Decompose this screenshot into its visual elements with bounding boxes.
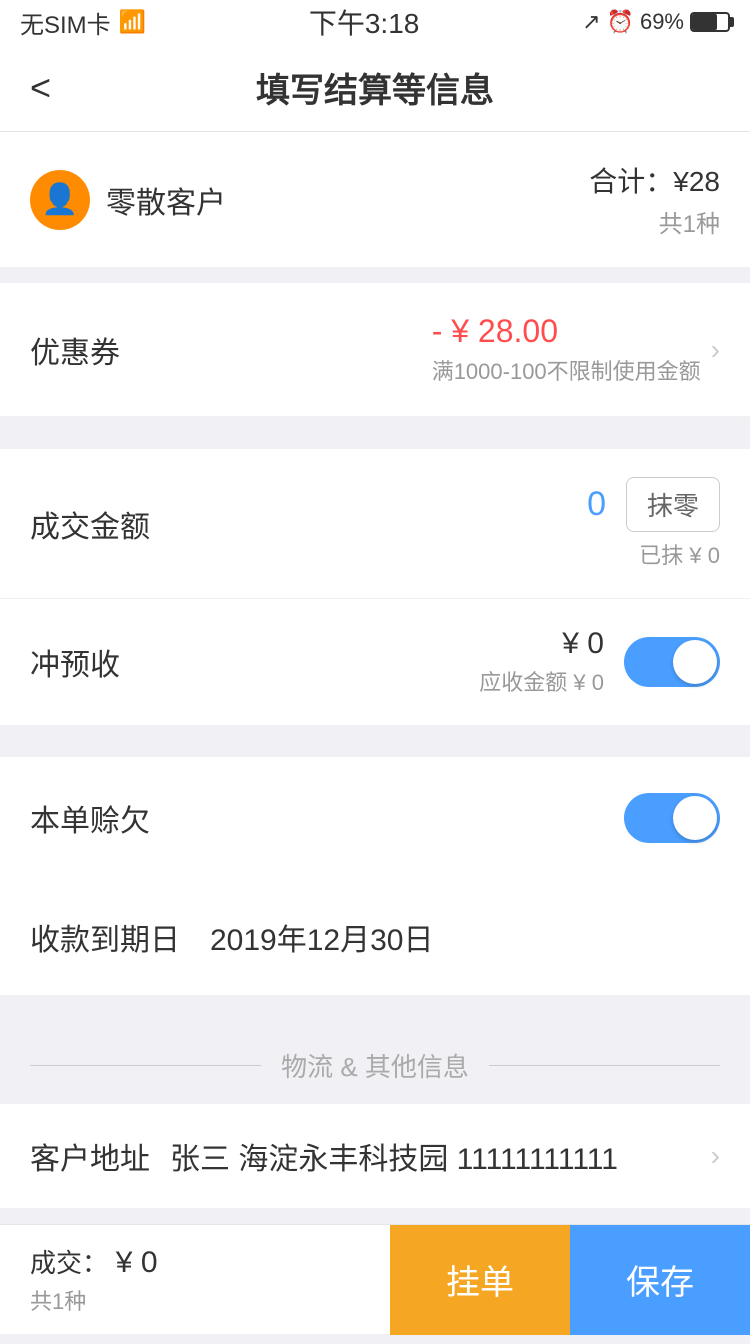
logistics-label: 物流 & 其他信息 bbox=[281, 1047, 469, 1084]
coupon-desc: 满1000-100不限制使用金额 bbox=[432, 354, 701, 386]
hold-button[interactable]: 挂单 bbox=[390, 1225, 570, 1335]
battery-percent: 69% bbox=[640, 9, 684, 35]
customer-name: 零散客户 bbox=[106, 178, 226, 222]
section-divider-2 bbox=[0, 741, 750, 757]
prepayment-toggle[interactable] bbox=[624, 637, 720, 687]
address-label: 客户地址 bbox=[30, 1134, 150, 1178]
content: 👤 零散客户 合计：¥28 共1种 优惠券 - ¥ 28.00 满1000-10… bbox=[0, 132, 750, 1344]
deal-amount-sub: 已抹 ¥ 0 bbox=[587, 538, 720, 570]
status-bar: 无SIM卡 📶 下午3:18 ↗ ⏰ 69% bbox=[0, 0, 750, 44]
prepayment-amount: ¥ 0 bbox=[479, 627, 604, 661]
avatar-icon: 👤 bbox=[41, 182, 78, 217]
total-label: 合计： bbox=[589, 166, 673, 197]
customer-row: 👤 零散客户 合计：¥28 共1种 bbox=[0, 132, 750, 267]
status-time: 下午3:18 bbox=[309, 2, 420, 42]
customer-count: 共1种 bbox=[589, 204, 720, 239]
status-left: 无SIM卡 📶 bbox=[20, 5, 146, 40]
address-chevron-icon: › bbox=[711, 1140, 720, 1172]
coupon-section: 优惠券 - ¥ 28.00 满1000-100不限制使用金额 › bbox=[0, 283, 750, 417]
carrier-text: 无SIM卡 bbox=[20, 5, 111, 40]
credit-label: 本单赊欠 bbox=[30, 796, 150, 840]
prepayment-label: 冲预收 bbox=[30, 640, 120, 684]
section-divider-3 bbox=[0, 1011, 750, 1027]
prepayment-sub: 应收金额 ¥ 0 bbox=[479, 665, 604, 697]
round-zero-button[interactable]: 抹零 bbox=[626, 477, 720, 532]
deal-amount-row: 成交金额 0 抹零 已抹 ¥ 0 bbox=[0, 449, 750, 599]
bottom-deal-row: 成交： ¥ 0 bbox=[30, 1243, 360, 1280]
due-date-label: 收款到期日 bbox=[30, 915, 180, 959]
deal-amount-section: 成交金额 0 抹零 已抹 ¥ 0 冲预收 ¥ 0 应收金额 ¥ 0 bbox=[0, 449, 750, 725]
battery-fill bbox=[692, 14, 717, 30]
page-title: 填写结算等信息 bbox=[256, 63, 494, 112]
bottom-count: 共1种 bbox=[30, 1284, 360, 1316]
credit-row: 本单赊欠 bbox=[0, 757, 750, 879]
deal-amount-value[interactable]: 0 bbox=[587, 485, 606, 524]
prepayment-info: ¥ 0 应收金额 ¥ 0 bbox=[479, 627, 604, 697]
battery-icon bbox=[690, 12, 730, 32]
chevron-right-icon: › bbox=[711, 334, 720, 366]
credit-toggle[interactable] bbox=[624, 793, 720, 843]
alarm-icon: ⏰ bbox=[607, 9, 634, 35]
deal-amount-right: 0 抹零 已抹 ¥ 0 bbox=[587, 477, 720, 570]
status-right: ↗ ⏰ 69% bbox=[582, 9, 730, 35]
logistics-header: 物流 & 其他信息 bbox=[0, 1027, 750, 1104]
due-date-value: 2019年12月30日 bbox=[210, 915, 433, 959]
save-button[interactable]: 保存 bbox=[570, 1225, 750, 1335]
wifi-icon: 📶 bbox=[119, 9, 146, 35]
coupon-label: 优惠券 bbox=[30, 328, 120, 372]
credit-section: 本单赊欠 收款到期日 2019年12月30日 bbox=[0, 757, 750, 995]
section-divider-1 bbox=[0, 433, 750, 449]
coupon-right: - ¥ 28.00 满1000-100不限制使用金额 › bbox=[432, 313, 720, 386]
customer-avatar: 👤 bbox=[30, 170, 90, 230]
logistics-line-right bbox=[489, 1065, 720, 1066]
location-icon: ↗ bbox=[582, 9, 600, 35]
address-section: 客户地址 张三 海淀永丰科技园 11111111111 › bbox=[0, 1104, 750, 1208]
bottom-info: 成交： ¥ 0 共1种 bbox=[0, 1243, 390, 1316]
bottom-bar: 成交： ¥ 0 共1种 挂单 保存 bbox=[0, 1224, 750, 1334]
prepayment-right: ¥ 0 应收金额 ¥ 0 bbox=[479, 627, 720, 697]
total-value: ¥28 bbox=[673, 166, 720, 197]
logistics-line-left bbox=[30, 1065, 261, 1066]
coupon-row[interactable]: 优惠券 - ¥ 28.00 满1000-100不限制使用金额 › bbox=[0, 283, 750, 417]
back-button[interactable]: < bbox=[30, 67, 51, 109]
customer-left: 👤 零散客户 bbox=[30, 170, 226, 230]
coupon-discount: - ¥ 28.00 bbox=[432, 313, 701, 350]
customer-total: 合计：¥28 bbox=[589, 160, 720, 200]
bottom-deal-label: 成交： bbox=[30, 1248, 108, 1278]
nav-bar: < 填写结算等信息 bbox=[0, 44, 750, 132]
customer-right: 合计：¥28 共1种 bbox=[589, 160, 720, 239]
due-date-row: 收款到期日 2019年12月30日 bbox=[0, 879, 750, 995]
coupon-info: - ¥ 28.00 满1000-100不限制使用金额 bbox=[432, 313, 701, 386]
deal-amount-label: 成交金额 bbox=[30, 502, 150, 546]
prepayment-row: 冲预收 ¥ 0 应收金额 ¥ 0 bbox=[0, 599, 750, 725]
address-row[interactable]: 客户地址 张三 海淀永丰科技园 11111111111 › bbox=[0, 1104, 750, 1208]
bottom-deal-amount: ¥ 0 bbox=[116, 1246, 158, 1279]
deal-amount-controls: 0 抹零 bbox=[587, 477, 720, 532]
address-value: 张三 海淀永丰科技园 11111111111 bbox=[170, 1134, 711, 1178]
